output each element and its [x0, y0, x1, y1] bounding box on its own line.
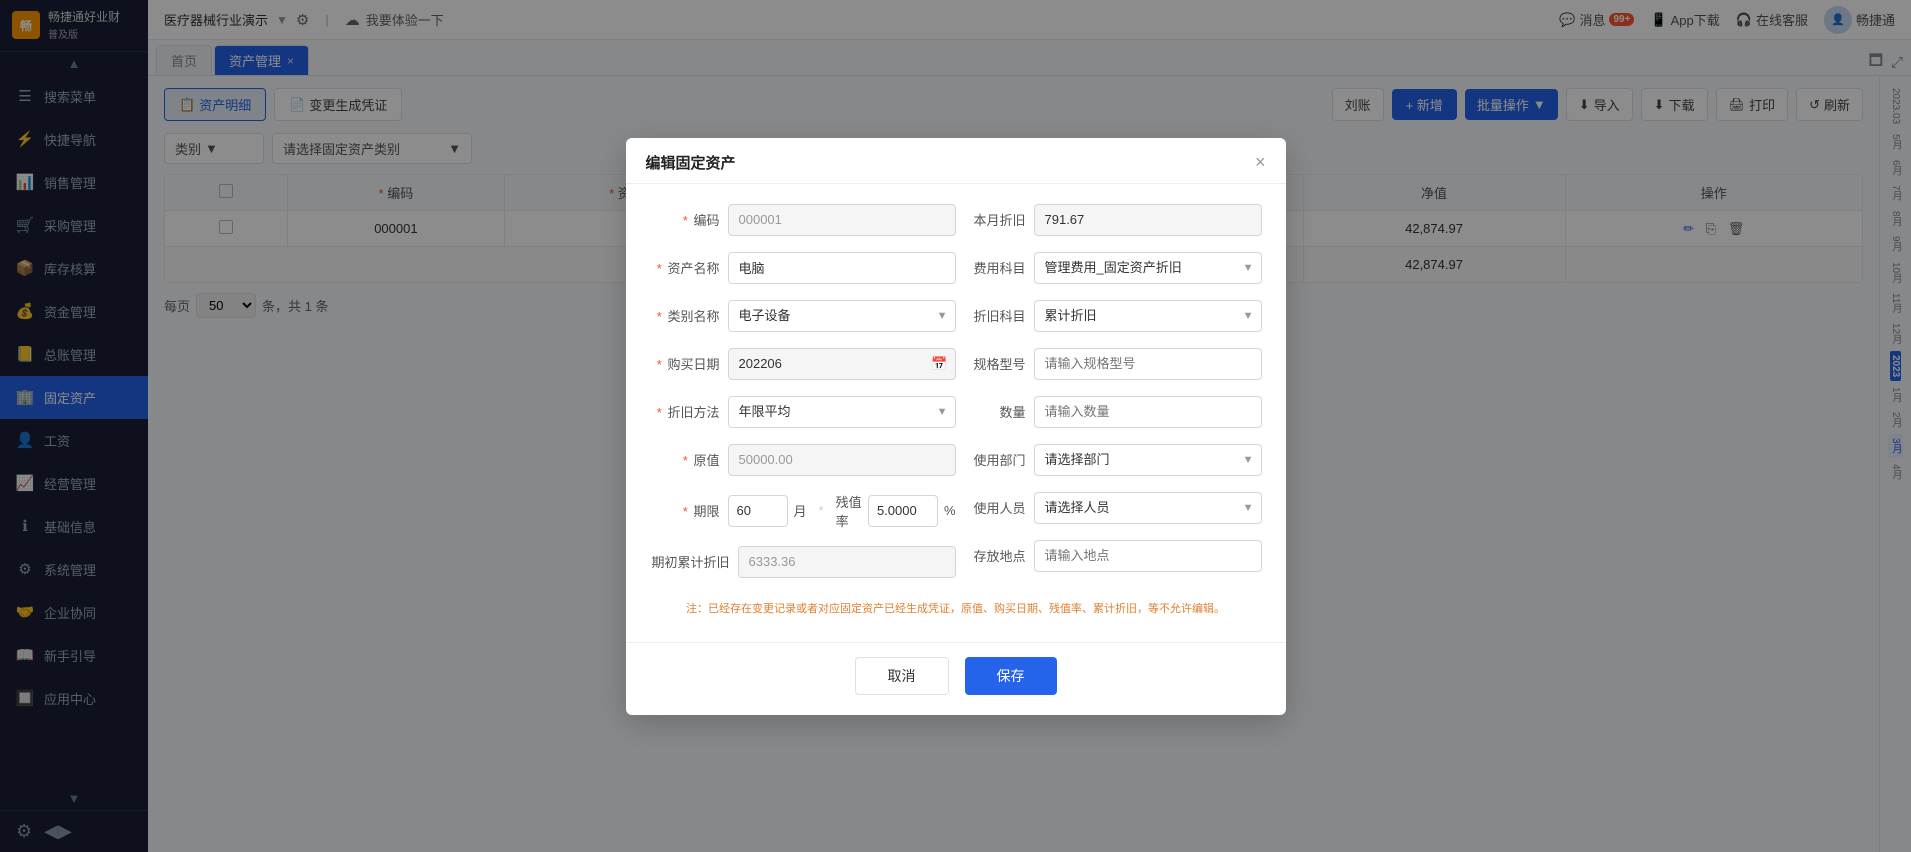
- category-select-wrap: 电子设备 ▼: [728, 300, 956, 332]
- location-input[interactable]: [1034, 540, 1262, 572]
- form-row-opening-dep: 期初累计折旧: [650, 546, 956, 578]
- dep-account-wrap: 累计折旧 ▼: [1034, 300, 1262, 332]
- dep-method-label: * 折旧方法: [650, 402, 720, 421]
- opening-dep-label: 期初累计折旧: [650, 552, 730, 571]
- monthly-dep-label: 本月折旧: [956, 210, 1026, 229]
- form-right: 本月折旧 费用科目 管理费用_固定资产折旧 ▼: [956, 204, 1262, 594]
- category-select[interactable]: 电子设备: [728, 300, 956, 332]
- form-row-quantity: 数量: [956, 396, 1262, 428]
- modal-title: 编辑固定资产: [646, 152, 736, 173]
- monthly-dep-input: [1034, 204, 1262, 236]
- form-row-original-value: * 原值: [650, 444, 956, 476]
- dep-method-select[interactable]: 年限平均: [728, 396, 956, 428]
- modal-footer: 取消 保存: [626, 642, 1286, 715]
- original-value-label: * 原值: [650, 450, 720, 469]
- quantity-label: 数量: [956, 402, 1026, 421]
- opening-dep-input[interactable]: [738, 546, 956, 578]
- form-row-name: * 资产名称: [650, 252, 956, 284]
- dep-account-select[interactable]: 累计折旧: [1034, 300, 1262, 332]
- period-input[interactable]: [728, 495, 788, 527]
- original-value-input[interactable]: [728, 444, 956, 476]
- save-button[interactable]: 保存: [965, 657, 1057, 695]
- user-select[interactable]: 请选择人员: [1034, 492, 1262, 524]
- dep-method-select-wrap: 年限平均 ▼: [728, 396, 956, 428]
- name-input[interactable]: [728, 252, 956, 284]
- form-row-dep-account: 折旧科目 累计折旧 ▼: [956, 300, 1262, 332]
- form-row-user: 使用人员 请选择人员 ▼: [956, 492, 1262, 524]
- spec-input[interactable]: [1034, 348, 1262, 380]
- expense-account-wrap: 管理费用_固定资产折旧 ▼: [1034, 252, 1262, 284]
- expense-account-label: 费用科目: [956, 258, 1026, 277]
- form-row-monthly-dep: 本月折旧: [956, 204, 1262, 236]
- dept-label: 使用部门: [956, 450, 1026, 469]
- form-row-spec: 规格型号: [956, 348, 1262, 380]
- code-label: * 编码: [650, 210, 720, 229]
- form-row-dept: 使用部门 请选择部门 ▼: [956, 444, 1262, 476]
- dept-select[interactable]: 请选择部门: [1034, 444, 1262, 476]
- form-row-purchase-date: * 购买日期 📅: [650, 348, 956, 380]
- calendar-icon[interactable]: 📅: [931, 356, 947, 372]
- period-unit: 月: [794, 501, 807, 520]
- residual-rate-input[interactable]: [868, 495, 938, 527]
- form-row-expense-account: 费用科目 管理费用_固定资产折旧 ▼: [956, 252, 1262, 284]
- user-label: 使用人员: [956, 498, 1026, 517]
- form-left: * 编码 * 资产名称: [650, 204, 956, 594]
- form-row-code: * 编码: [650, 204, 956, 236]
- modal-body: * 编码 * 资产名称: [626, 184, 1286, 642]
- period-wrap: 月 * 残值率 %: [728, 492, 956, 530]
- form-note: 注：已经存在变更记录或者对应固定资产已经生成凭证，原值、购买日期、残值率、累计折…: [650, 594, 1262, 622]
- form-row-category: * 类别名称 电子设备 ▼: [650, 300, 956, 332]
- period-label: * 期限: [650, 501, 720, 520]
- form-row-period: * 期限 月 * 残值率 %: [650, 492, 956, 530]
- cancel-button[interactable]: 取消: [855, 657, 949, 695]
- purchase-date-wrap: 📅: [728, 348, 956, 380]
- dep-account-label: 折旧科目: [956, 306, 1026, 325]
- form-row-dep-method: * 折旧方法 年限平均 ▼: [650, 396, 956, 428]
- purchase-date-input[interactable]: [728, 348, 956, 380]
- modal-overlay: 编辑固定资产 × * 编码: [0, 0, 1911, 852]
- code-input[interactable]: [728, 204, 956, 236]
- quantity-input[interactable]: [1034, 396, 1262, 428]
- residual-rate-unit: %: [944, 503, 956, 518]
- modal-header: 编辑固定资产 ×: [626, 138, 1286, 184]
- name-label: * 资产名称: [650, 258, 720, 277]
- form-grid: * 编码 * 资产名称: [650, 204, 1262, 594]
- purchase-date-label: * 购买日期: [650, 354, 720, 373]
- residual-rate-label: 残值率: [836, 492, 862, 530]
- modal-close-btn[interactable]: ×: [1255, 153, 1266, 171]
- user-select-wrap: 请选择人员 ▼: [1034, 492, 1262, 524]
- expense-account-select[interactable]: 管理费用_固定资产折旧: [1034, 252, 1262, 284]
- edit-asset-modal: 编辑固定资产 × * 编码: [626, 138, 1286, 715]
- form-row-location: 存放地点: [956, 540, 1262, 572]
- category-form-label: * 类别名称: [650, 306, 720, 325]
- dept-select-wrap: 请选择部门 ▼: [1034, 444, 1262, 476]
- spec-label: 规格型号: [956, 354, 1026, 373]
- location-label: 存放地点: [956, 546, 1026, 565]
